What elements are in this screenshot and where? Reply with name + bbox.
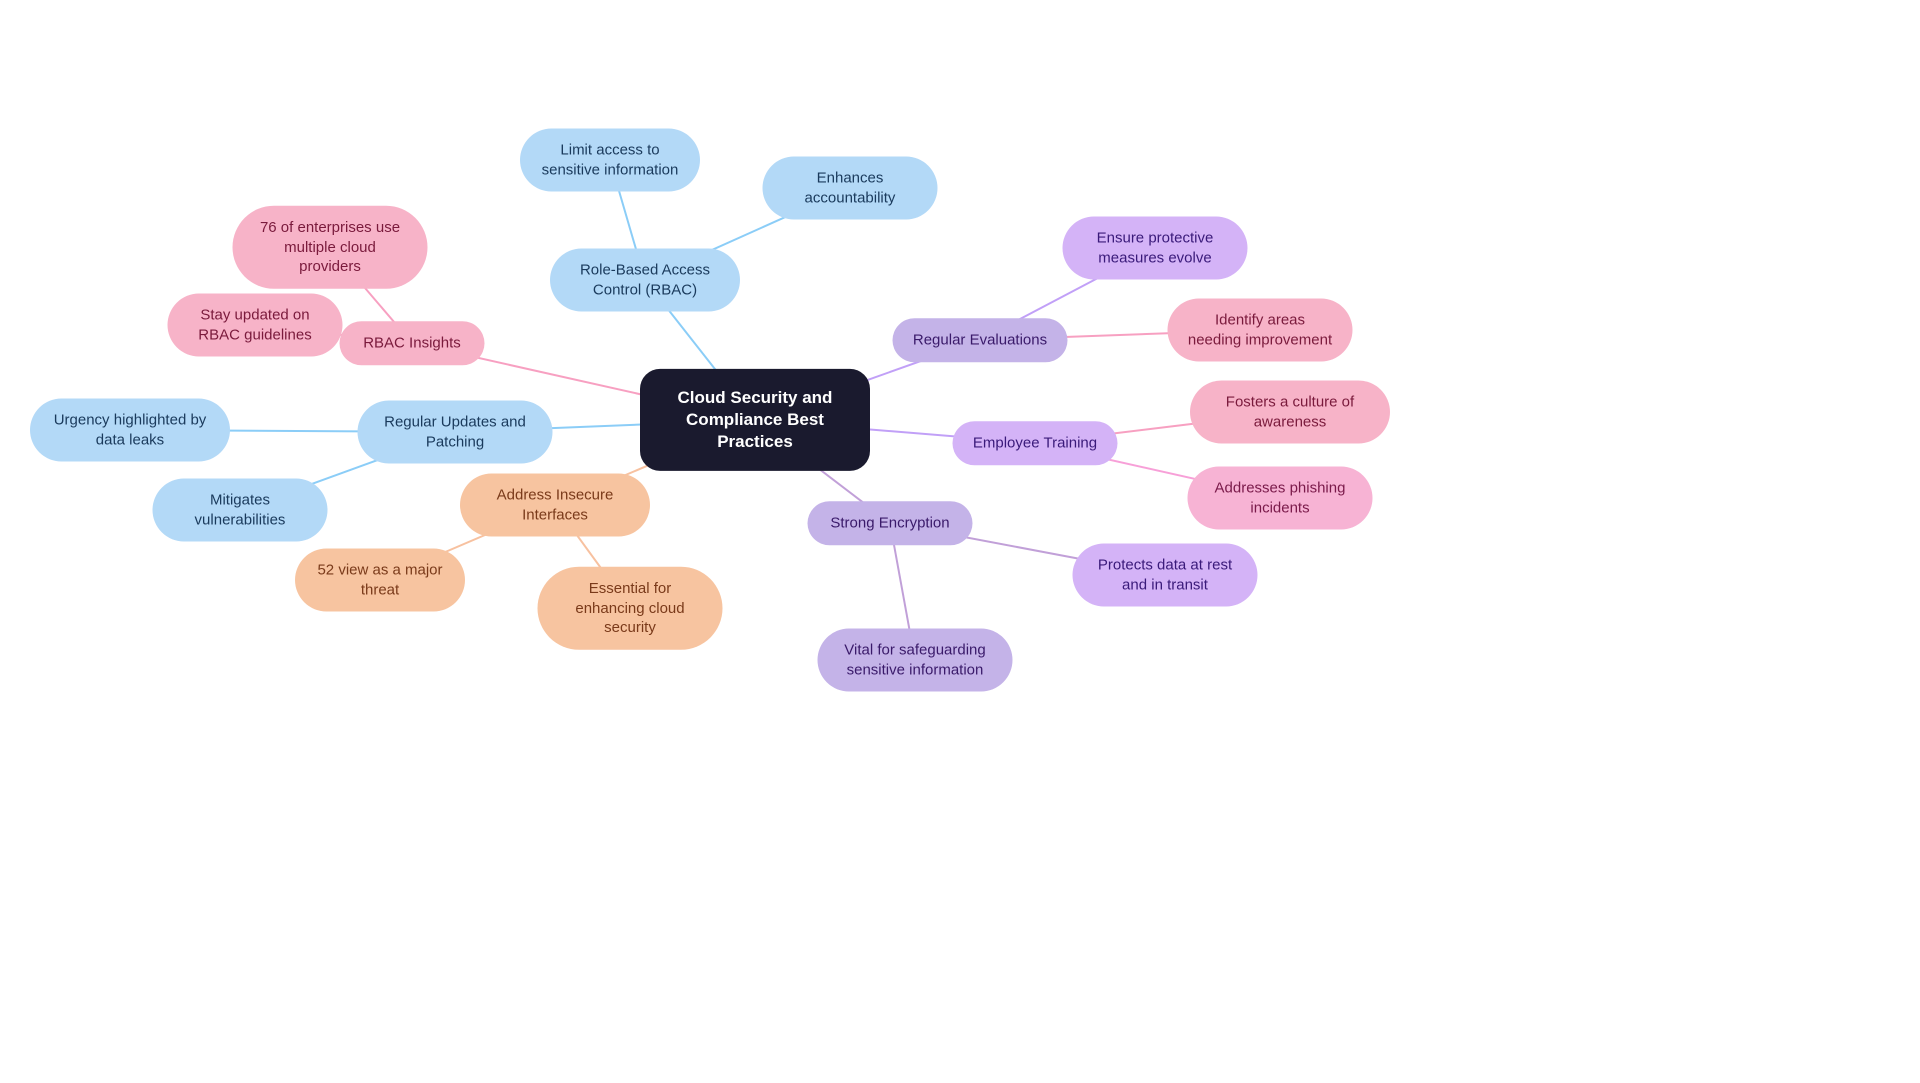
essential-cloud-security-node[interactable]: Essential for enhancing cloud security	[538, 567, 723, 650]
center-node[interactable]: Cloud Security and Compliance Best Pract…	[640, 369, 870, 471]
employee-training-node[interactable]: Employee Training	[953, 421, 1118, 465]
ensure-protective-node[interactable]: Ensure protective measures evolve	[1063, 217, 1248, 280]
vital-safeguarding-node[interactable]: Vital for safeguarding sensitive informa…	[818, 629, 1013, 692]
address-insecure-node[interactable]: Address Insecure Interfaces	[460, 474, 650, 537]
mitigates-vulnerabilities-node[interactable]: Mitigates vulnerabilities	[153, 479, 328, 542]
fosters-culture-node[interactable]: Fosters a culture of awareness	[1190, 381, 1390, 444]
limit-access-node[interactable]: Limit access to sensitive information	[520, 129, 700, 192]
rbac-node[interactable]: Role-Based Access Control (RBAC)	[550, 249, 740, 312]
mind-map: Cloud Security and Compliance Best Pract…	[0, 0, 1920, 1083]
stay-updated-node[interactable]: Stay updated on RBAC guidelines	[168, 294, 343, 357]
52-major-threat-node[interactable]: 52 view as a major threat	[295, 549, 465, 612]
regular-updates-node[interactable]: Regular Updates and Patching	[358, 401, 553, 464]
rbac-insights-node[interactable]: RBAC Insights	[340, 321, 485, 365]
urgency-data-leaks-node[interactable]: Urgency highlighted by data leaks	[30, 399, 230, 462]
strong-encryption-node[interactable]: Strong Encryption	[808, 501, 973, 545]
protects-data-node[interactable]: Protects data at rest and in transit	[1073, 544, 1258, 607]
addresses-phishing-node[interactable]: Addresses phishing incidents	[1188, 467, 1373, 530]
76-enterprises-node[interactable]: 76 of enterprises use multiple cloud pro…	[233, 206, 428, 289]
regular-evaluations-node[interactable]: Regular Evaluations	[893, 318, 1068, 362]
identify-areas-node[interactable]: Identify areas needing improvement	[1168, 299, 1353, 362]
enhances-accountability-node[interactable]: Enhances accountability	[763, 157, 938, 220]
